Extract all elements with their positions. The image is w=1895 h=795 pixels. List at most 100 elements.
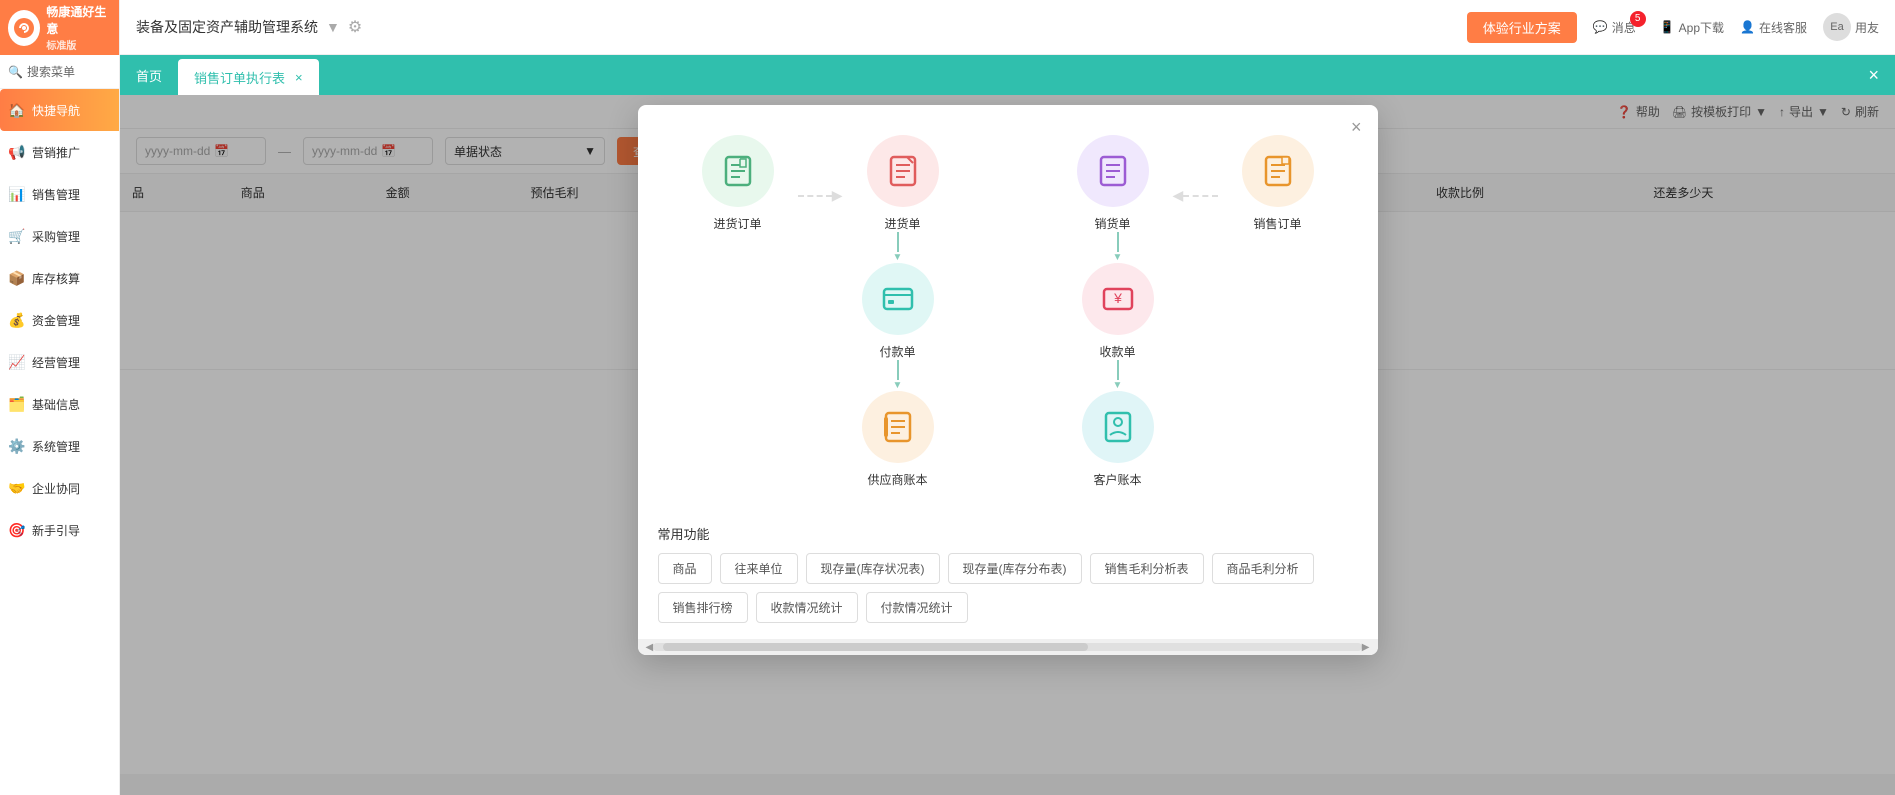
sidebar-item-purchase[interactable]: 🛒 采购管理 [0,215,119,257]
purchase-bill-label: 进货单 [884,215,920,232]
sidebar: 畅康通好生意 标准版 🔍 搜索菜单 🏠 快捷导航 📢 营销推广 📊 销售管理 🛒… [0,0,120,795]
sidebar-item-guide[interactable]: 🎯 新手引导 [0,509,119,551]
customer-ledger-icon [1082,391,1154,463]
online-service-label: 在线客服 [1759,19,1807,36]
sidebar-item-quick-nav[interactable]: 🏠 快捷导航 [0,89,119,131]
nav-label-10: 新手引导 [32,522,80,539]
app-download-btn[interactable]: 📱 App下载 [1660,19,1724,36]
supplier-ledger-label: 供应商账本 [867,471,927,488]
message-icon: 💬 [1593,20,1608,34]
flow-node-sales-order[interactable]: 销售订单 [1218,135,1338,232]
sidebar-search[interactable]: 🔍 搜索菜单 [0,55,119,89]
app-subtitle: 标准版 [46,37,111,52]
purchase-bill-icon [867,135,939,207]
flow-node-sales-bill[interactable]: 销货单 [1053,135,1173,232]
payment-icon [862,263,934,335]
topbar-title: 装备及固定资产辅助管理系统 ▼ ⚙ [136,17,1455,37]
svg-text:¥: ¥ [1113,290,1122,306]
nav-label-0: 快捷导航 [32,102,80,119]
nav-icon-sales: 📊 [8,185,26,203]
nav-label-8: 系统管理 [32,438,80,455]
flow-node-purchase-order[interactable]: 进货订单 [678,135,798,232]
nav-icon-marketing: 📢 [8,143,26,161]
payment-label: 付款单 [879,343,915,360]
sidebar-item-system[interactable]: ⚙️ 系统管理 [0,425,119,467]
modal-overlay[interactable]: × 进货订单 [120,95,1895,795]
supplier-ledger-icon [862,391,934,463]
app-download-label: App下载 [1679,19,1724,36]
user-name: 用友 [1855,19,1879,36]
service-icon: 👤 [1740,20,1755,34]
nav-label-3: 采购管理 [32,228,80,245]
sidebar-item-collab[interactable]: 🤝 企业协同 [0,467,119,509]
settings-icon[interactable]: ⚙ [348,17,362,37]
purchase-order-label: 进货订单 [713,215,761,232]
purchase-order-icon [702,135,774,207]
tab-home-label: 首页 [136,66,162,85]
modal-close-btn[interactable]: × [1351,117,1362,138]
flow-node-purchase-bill[interactable]: 进货单 [843,135,963,232]
sidebar-item-sales[interactable]: 📊 销售管理 [0,173,119,215]
flow-node-customer-ledger[interactable]: 客户账本 [1058,391,1178,488]
nav-label-5: 资金管理 [32,312,80,329]
customer-ledger-label: 客户账本 [1093,471,1141,488]
common-title: 常用功能 [658,524,1358,543]
nav-label-2: 销售管理 [32,186,80,203]
content-area: ❓ 帮助 🖨 按模板打印 ▼ ↑ 导出 ▼ ↻ 刷新 yyyy-mm-dd � [120,95,1895,795]
topbar: 装备及固定资产辅助管理系统 ▼ ⚙ 体验行业方案 💬 5 消息 📱 App下载 … [120,0,1895,55]
scrollbar-thumb[interactable] [663,643,1088,651]
sidebar-item-inventory[interactable]: 📦 库存核算 [0,257,119,299]
common-btn-product[interactable]: 商品 [658,553,712,584]
common-btn-sales-rank[interactable]: 销售排行榜 [658,592,748,623]
flow-node-payment[interactable]: 付款单 [838,263,958,360]
user-avatar: Ea [1823,13,1851,41]
sidebar-item-basic-info[interactable]: 🗂️ 基础信息 [0,383,119,425]
common-btn-profit-analysis[interactable]: 销售毛利分析表 [1090,553,1204,584]
sales-bill-label: 销货单 [1094,215,1130,232]
nav-label-1: 营销推广 [32,144,80,161]
scroll-right-btn[interactable]: ▶ [1362,642,1370,653]
nav-label-4: 库存核算 [32,270,80,287]
sidebar-item-finance[interactable]: 💰 资金管理 [0,299,119,341]
user-menu[interactable]: Ea 用友 [1823,13,1879,41]
common-btn-payment-stats[interactable]: 付款情况统计 [866,592,968,623]
nav-icon-guide: 🎯 [8,521,26,539]
sales-bill-icon [1077,135,1149,207]
tabbar: 首页 销售订单执行表 × × [120,55,1895,95]
nav-label-6: 经营管理 [32,354,80,371]
flow-node-receipt[interactable]: ¥ 收款单 [1058,263,1178,360]
tab-sales-order[interactable]: 销售订单执行表 × [178,59,319,95]
modal-scrollbar[interactable]: ◀ ▶ [638,639,1378,655]
common-btn-stock-dist[interactable]: 现存量(库存分布表) [948,553,1082,584]
flow-area: 进货订单 ▶ 进货单 [638,105,1378,524]
flow-node-supplier-ledger[interactable]: 供应商账本 [838,391,958,488]
close-tab-btn[interactable]: × [1852,65,1895,86]
nav-icon-collab: 🤝 [8,479,26,497]
sidebar-nav: 🏠 快捷导航 📢 营销推广 📊 销售管理 🛒 采购管理 📦 库存核算 💰 资金管… [0,89,119,795]
scroll-left-btn[interactable]: ◀ [646,642,654,653]
common-btn-receipt-stats[interactable]: 收款情况统计 [756,592,858,623]
message-btn[interactable]: 💬 5 消息 [1593,19,1636,36]
dropdown-icon[interactable]: ▼ [326,19,340,35]
common-btn-unit[interactable]: 往来单位 [720,553,798,584]
online-service-btn[interactable]: 👤 在线客服 [1740,19,1807,36]
nav-icon-finance: 💰 [8,311,26,329]
sidebar-item-operations[interactable]: 📈 经营管理 [0,341,119,383]
system-title: 装备及固定资产辅助管理系统 [136,17,318,37]
nav-label-9: 企业协同 [32,480,80,497]
trial-btn[interactable]: 体验行业方案 [1467,12,1577,43]
nav-icon-operations: 📈 [8,353,26,371]
tab-close-icon[interactable]: × [295,70,303,85]
sidebar-logo: 畅康通好生意 标准版 [0,0,119,55]
quick-nav-modal: × 进货订单 [638,105,1378,655]
receipt-label: 收款单 [1099,343,1135,360]
common-btn-stock-status[interactable]: 现存量(库存状况表) [806,553,940,584]
tab-sales-label: 销售订单执行表 [194,68,285,87]
sidebar-item-marketing[interactable]: 📢 营销推广 [0,131,119,173]
tab-home[interactable]: 首页 [120,55,178,95]
nav-icon-purchase: 🛒 [8,227,26,245]
common-btn-product-margin[interactable]: 商品毛利分析 [1212,553,1314,584]
nav-icon-system: ⚙️ [8,437,26,455]
common-btns: 商品 往来单位 现存量(库存状况表) 现存量(库存分布表) 销售毛利分析表 商品… [658,553,1358,623]
nav-icon-home: 🏠 [8,101,26,119]
